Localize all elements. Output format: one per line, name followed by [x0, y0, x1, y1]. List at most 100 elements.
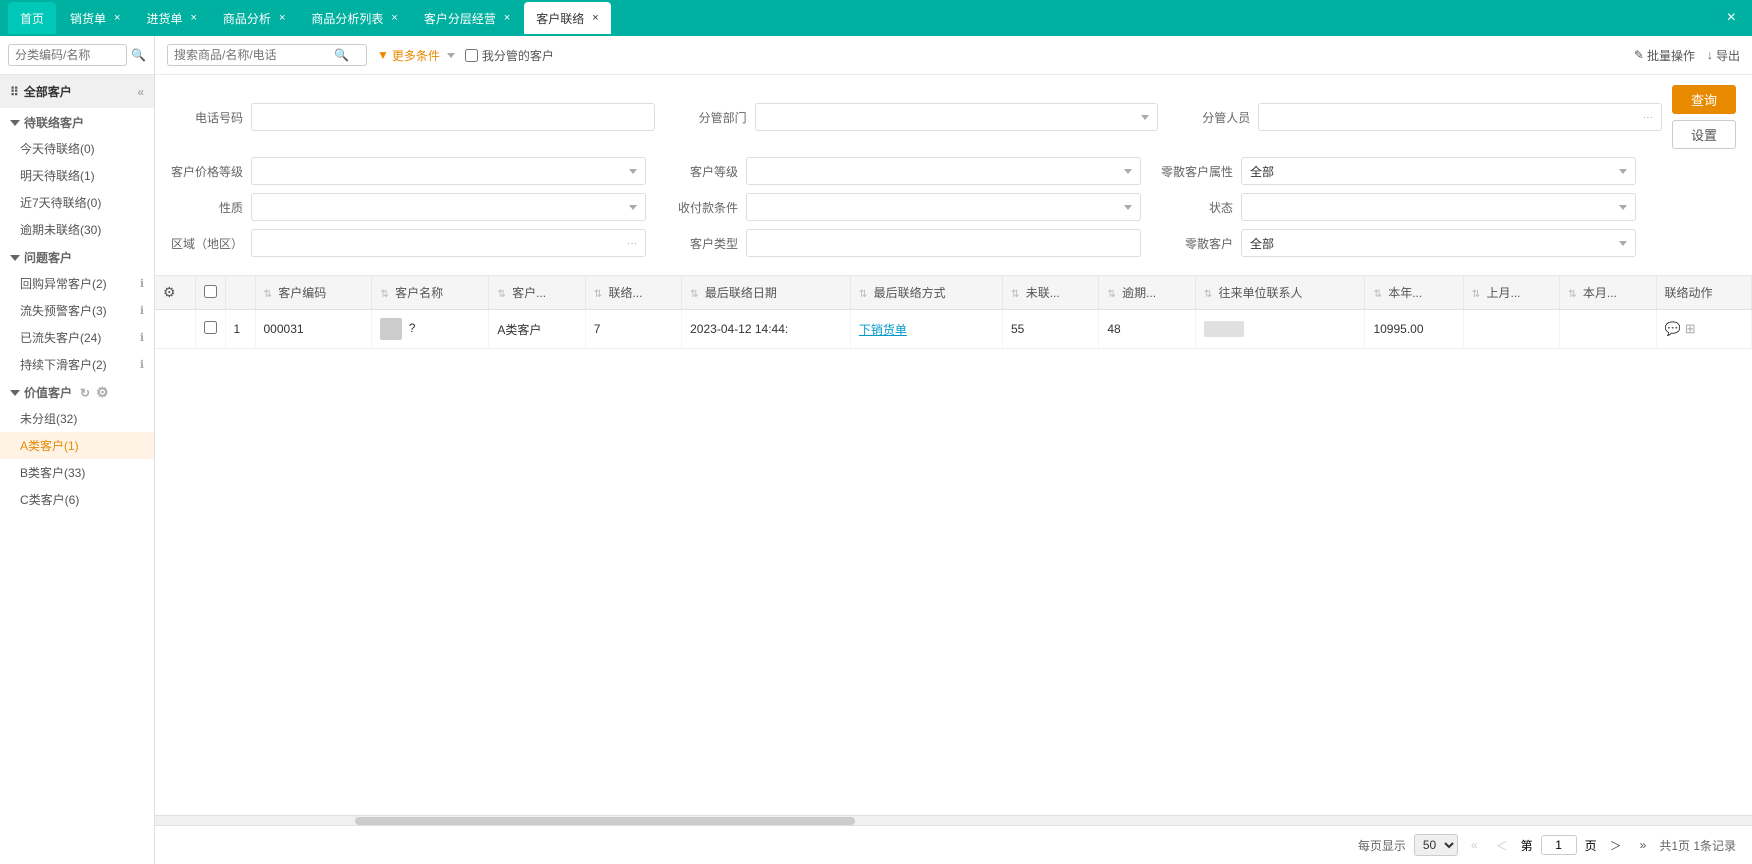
col-last-month[interactable]: ⇅ 上月... — [1463, 276, 1559, 310]
table-area: ⚙ ⇅ 客户编码 ⇅ 客户名称 — [155, 276, 1752, 815]
col-last-contact-method[interactable]: ⇅ 最后联络方式 — [850, 276, 1002, 310]
sidebar-collapse-icon[interactable]: « — [137, 85, 144, 99]
filter-input-status[interactable] — [1241, 193, 1636, 221]
next-page-button[interactable]: ＞ — [1605, 835, 1627, 856]
close-tab-product-analysis-list[interactable]: × — [391, 12, 397, 24]
sidebar-item-a-class[interactable]: A类客户(1) — [0, 432, 154, 459]
select-all-checkbox[interactable] — [204, 285, 217, 298]
col-type[interactable]: ⇅ 客户... — [489, 276, 585, 310]
info-icon-declining[interactable]: ℹ — [140, 358, 144, 371]
query-button[interactable]: 查询 — [1672, 85, 1736, 114]
tab-sales[interactable]: 销货单 × — [58, 2, 132, 34]
info-icon-attrition[interactable]: ℹ — [140, 304, 144, 317]
info-icon-abnormal[interactable]: ℹ — [140, 277, 144, 290]
sidebar-item-abnormal[interactable]: 回购异常客户(2) ℹ — [0, 270, 154, 297]
filter-input-nature[interactable] — [251, 193, 646, 221]
filter-input-payment[interactable] — [746, 193, 1141, 221]
row-contact-cell: 7 — [585, 310, 681, 349]
top-nav: 首页 销货单 × 进货单 × 商品分析 × 商品分析列表 × 客户分层经营 × … — [0, 0, 1752, 36]
filter-input-customer-type[interactable] — [746, 229, 1141, 257]
filter-input-price-level[interactable] — [251, 157, 646, 185]
row-code-cell: 000031 — [255, 310, 372, 349]
tab-customer-tier[interactable]: 客户分层经营 × — [412, 2, 522, 34]
row-nocontact-cell: 55 — [1002, 310, 1098, 349]
filter-input-dept[interactable] — [755, 103, 1159, 131]
sidebar-item-overdue[interactable]: 逾期未联络(30) — [0, 216, 154, 243]
col-contact-person[interactable]: ⇅ 往来单位联系人 — [1195, 276, 1365, 310]
sidebar-item-attrition-warn[interactable]: 流失预警客户(3) ℹ — [0, 297, 154, 324]
search-input[interactable] — [174, 48, 334, 62]
chat-action-icon[interactable]: 💬 — [1665, 321, 1681, 337]
search-icon[interactable]: 🔍 — [334, 48, 349, 62]
filter-field-manager: 分管人员 ··· — [1178, 103, 1662, 131]
filter-label-payment: 收付款条件 — [666, 199, 746, 216]
sidebar-item-today[interactable]: 今天待联络(0) — [0, 135, 154, 162]
tab-product-analysis[interactable]: 商品分析 × — [211, 2, 297, 34]
col-overdue[interactable]: ⇅ 逾期... — [1099, 276, 1195, 310]
filter-input-region[interactable]: ··· — [251, 229, 646, 257]
col-no-contact[interactable]: ⇅ 未联... — [1002, 276, 1098, 310]
filter-field-status: 状态 — [1161, 193, 1636, 221]
close-all-tabs[interactable]: × — [1719, 5, 1744, 31]
col-last-contact-date[interactable]: ⇅ 最后联络日期 — [682, 276, 851, 310]
tab-product-analysis-list[interactable]: 商品分析列表 × — [299, 2, 409, 34]
settings-button[interactable]: 设置 — [1672, 120, 1736, 149]
batch-operation-button[interactable]: ✎ 批量操作 — [1634, 47, 1695, 64]
triangle-down-icon-problem — [10, 255, 20, 261]
my-customers-checkbox[interactable] — [465, 49, 478, 62]
sidebar-item-declining[interactable]: 持续下滑客户(2) ℹ — [0, 351, 154, 378]
scroll-thumb[interactable] — [355, 817, 855, 825]
export-button[interactable]: ↓ 导出 — [1707, 47, 1740, 64]
manager-dots-icon: ··· — [1643, 112, 1653, 123]
sidebar-item-tomorrow[interactable]: 明天待联络(1) — [0, 162, 154, 189]
row-checkbox[interactable] — [204, 321, 217, 334]
sidebar-search-icon[interactable]: 🔍 — [131, 48, 146, 62]
column-settings-icon[interactable]: ⚙ — [163, 284, 176, 300]
page-number-input[interactable] — [1541, 835, 1577, 855]
sidebar-search-input[interactable] — [8, 44, 127, 66]
tab-home[interactable]: 首页 — [8, 2, 56, 34]
filter-input-manager[interactable]: ··· — [1258, 103, 1662, 131]
tab-purchase[interactable]: 进货单 × — [134, 2, 208, 34]
row-method-cell[interactable]: 下销货单 — [850, 310, 1002, 349]
content-area: 🔍 ▼ 更多条件 我分管的客户 ✎ 批量操作 ↓ 导出 — [155, 36, 1752, 864]
close-tab-sales[interactable]: × — [114, 12, 120, 24]
col-action: 联络动作 — [1656, 276, 1751, 310]
filter-input-retail-attr[interactable]: 全部 — [1241, 157, 1636, 185]
close-tab-customer-tier[interactable]: × — [504, 12, 510, 24]
row-date-cell: 2023-04-12 14:44: — [682, 310, 851, 349]
more-filter-button[interactable]: ▼ 更多条件 — [377, 47, 455, 64]
col-code[interactable]: ⇅ 客户编码 — [255, 276, 372, 310]
sidebar-item-b-class[interactable]: B类客户(33) — [0, 459, 154, 486]
filter-field-price-level: 客户价格等级 — [171, 157, 646, 185]
sidebar-item-c-class[interactable]: C类客户(6) — [0, 486, 154, 513]
filter-input-phone[interactable] — [251, 103, 655, 131]
col-contact[interactable]: ⇅ 联络... — [585, 276, 681, 310]
sidebar-item-lost[interactable]: 已流失客户(24) ℹ — [0, 324, 154, 351]
refresh-icon[interactable]: ↻ — [80, 386, 90, 400]
sidebar-all-customers[interactable]: ⠿ 全部客户 « — [0, 75, 154, 108]
prev-page-button[interactable]: ＜ — [1491, 835, 1513, 856]
info-icon-lost[interactable]: ℹ — [140, 331, 144, 344]
close-tab-customer-contact[interactable]: × — [592, 12, 598, 24]
filter-label-customer-level: 客户等级 — [666, 163, 746, 180]
customer-avatar — [380, 318, 402, 340]
col-name[interactable]: ⇅ 客户名称 — [372, 276, 489, 310]
close-tab-purchase[interactable]: × — [190, 12, 196, 24]
horizontal-scrollbar[interactable] — [155, 815, 1752, 825]
filter-input-customer-level[interactable] — [746, 157, 1141, 185]
first-page-button[interactable]: « — [1466, 836, 1483, 854]
tab-customer-contact[interactable]: 客户联络 × — [524, 2, 610, 34]
page-size-select[interactable]: 50 — [1414, 834, 1458, 856]
qr-action-icon[interactable]: ⊞ — [1685, 321, 1696, 337]
last-page-button[interactable]: » — [1635, 836, 1652, 854]
settings-value-icon[interactable]: ⚙ — [96, 384, 109, 401]
close-tab-product-analysis[interactable]: × — [279, 12, 285, 24]
filter-input-retail-customer[interactable]: 全部 — [1241, 229, 1636, 257]
col-this-year[interactable]: ⇅ 本年... — [1365, 276, 1463, 310]
sort-icon-contact: ⇅ — [594, 289, 602, 300]
col-this-month[interactable]: ⇅ 本月... — [1560, 276, 1656, 310]
sidebar-item-ungroup[interactable]: 未分组(32) — [0, 405, 154, 432]
sidebar-item-week[interactable]: 近7天待联络(0) — [0, 189, 154, 216]
filter-row-3: 性质 收付款条件 状态 — [171, 193, 1736, 221]
